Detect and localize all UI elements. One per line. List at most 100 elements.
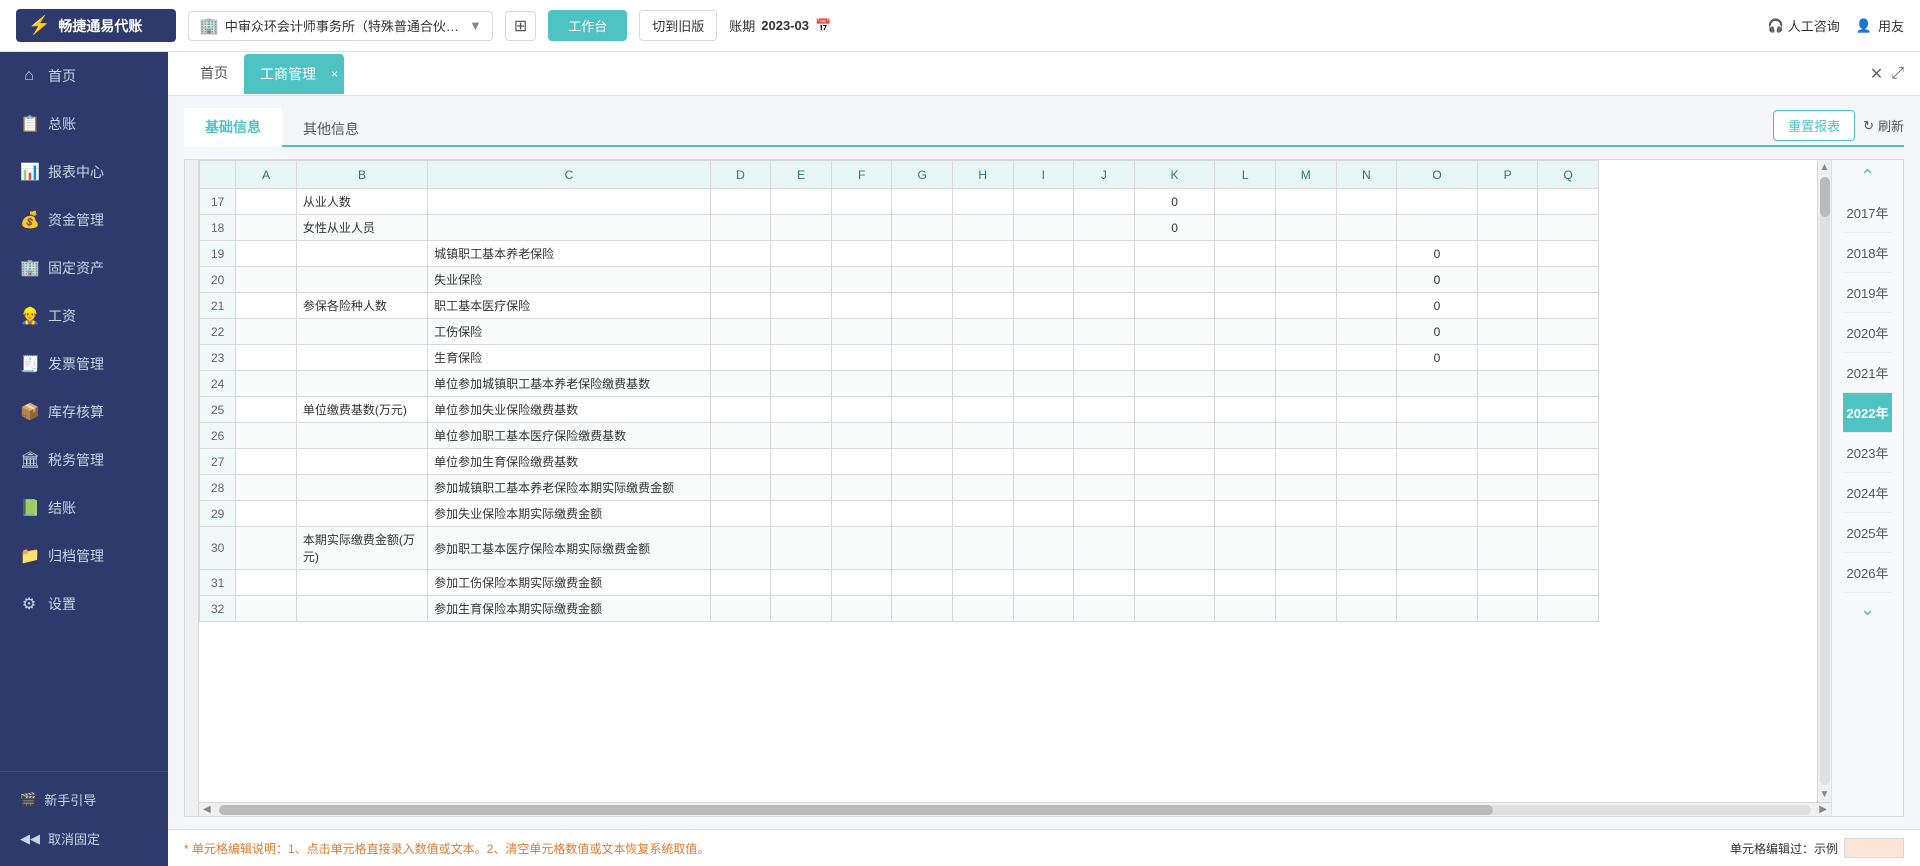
cell-17-L[interactable] bbox=[1215, 189, 1276, 215]
cell-25-J[interactable] bbox=[1074, 397, 1135, 423]
cell-30-B[interactable]: 本期实际缴费金额(万元) bbox=[296, 527, 427, 570]
cell-30-D[interactable] bbox=[710, 527, 771, 570]
cell-18-K[interactable]: 0 bbox=[1134, 215, 1215, 241]
cell-22-B[interactable] bbox=[296, 319, 427, 345]
cell-28-M[interactable] bbox=[1275, 475, 1336, 501]
tab-home[interactable]: 首页 bbox=[184, 53, 244, 95]
cell-19-O[interactable]: 0 bbox=[1397, 241, 1478, 267]
cell-17-N[interactable] bbox=[1336, 189, 1397, 215]
cell-26-L[interactable] bbox=[1215, 423, 1276, 449]
cell-17-I[interactable] bbox=[1013, 189, 1074, 215]
cell-24-D[interactable] bbox=[710, 371, 771, 397]
cell-24-O[interactable] bbox=[1397, 371, 1478, 397]
cell-26-K[interactable] bbox=[1134, 423, 1215, 449]
cell-31-J[interactable] bbox=[1074, 570, 1135, 596]
cell-18-A[interactable] bbox=[236, 215, 297, 241]
cell-31-P[interactable] bbox=[1477, 570, 1538, 596]
cell-31-I[interactable] bbox=[1013, 570, 1074, 596]
scroll-up-arrow[interactable]: ▲ bbox=[1818, 160, 1831, 175]
col-header-N[interactable]: N bbox=[1336, 161, 1397, 189]
cell-20-M[interactable] bbox=[1275, 267, 1336, 293]
cell-28-A[interactable] bbox=[236, 475, 297, 501]
cell-24-K[interactable] bbox=[1134, 371, 1215, 397]
cell-25-G[interactable] bbox=[892, 397, 953, 423]
cell-23-A[interactable] bbox=[236, 345, 297, 371]
cell-28-D[interactable] bbox=[710, 475, 771, 501]
vertical-scrollbar[interactable]: ▲ ▼ bbox=[1817, 160, 1831, 802]
cell-26-J[interactable] bbox=[1074, 423, 1135, 449]
cell-21-A[interactable] bbox=[236, 293, 297, 319]
cell-31-L[interactable] bbox=[1215, 570, 1276, 596]
cell-23-D[interactable] bbox=[710, 345, 771, 371]
cell-27-H[interactable] bbox=[952, 449, 1013, 475]
cell-32-D[interactable] bbox=[710, 596, 771, 622]
cell-26-H[interactable] bbox=[952, 423, 1013, 449]
cell-29-G[interactable] bbox=[892, 501, 953, 527]
cell-21-B[interactable]: 参保各险种人数 bbox=[296, 293, 427, 319]
cell-27-Q[interactable] bbox=[1538, 449, 1599, 475]
cell-26-A[interactable] bbox=[236, 423, 297, 449]
cell-24-M[interactable] bbox=[1275, 371, 1336, 397]
cell-22-K[interactable] bbox=[1134, 319, 1215, 345]
cell-24-C[interactable]: 单位参加城镇职工基本养老保险缴费基数 bbox=[428, 371, 711, 397]
cell-20-I[interactable] bbox=[1013, 267, 1074, 293]
cell-26-O[interactable] bbox=[1397, 423, 1478, 449]
cell-25-D[interactable] bbox=[710, 397, 771, 423]
cell-28-C[interactable]: 参加城镇职工基本养老保险本期实际缴费金额 bbox=[428, 475, 711, 501]
cell-32-J[interactable] bbox=[1074, 596, 1135, 622]
cell-28-J[interactable] bbox=[1074, 475, 1135, 501]
cell-23-E[interactable] bbox=[771, 345, 832, 371]
year-down-arrow[interactable]: ⌄ bbox=[1860, 599, 1875, 619]
cell-19-A[interactable] bbox=[236, 241, 297, 267]
cell-31-E[interactable] bbox=[771, 570, 832, 596]
cell-19-E[interactable] bbox=[771, 241, 832, 267]
sidebar-item-closing[interactable]: 📗 结账 bbox=[0, 484, 168, 532]
cell-24-J[interactable] bbox=[1074, 371, 1135, 397]
cell-25-Q[interactable] bbox=[1538, 397, 1599, 423]
cell-18-G[interactable] bbox=[892, 215, 953, 241]
cell-28-F[interactable] bbox=[831, 475, 892, 501]
cell-18-D[interactable] bbox=[710, 215, 771, 241]
sidebar-item-home[interactable]: ⌂ 首页 bbox=[0, 52, 168, 100]
year-item-2020[interactable]: 2020年 bbox=[1843, 313, 1893, 353]
col-header-F[interactable]: F bbox=[831, 161, 892, 189]
sidebar-item-salary[interactable]: 👷 工资 bbox=[0, 292, 168, 340]
cell-20-H[interactable] bbox=[952, 267, 1013, 293]
cell-26-D[interactable] bbox=[710, 423, 771, 449]
cell-23-I[interactable] bbox=[1013, 345, 1074, 371]
cell-18-N[interactable] bbox=[1336, 215, 1397, 241]
cell-28-B[interactable] bbox=[296, 475, 427, 501]
cell-27-B[interactable] bbox=[296, 449, 427, 475]
cell-17-D[interactable] bbox=[710, 189, 771, 215]
cell-32-F[interactable] bbox=[831, 596, 892, 622]
scroll-down-arrow[interactable]: ▼ bbox=[1818, 787, 1831, 802]
cell-19-D[interactable] bbox=[710, 241, 771, 267]
cell-30-K[interactable] bbox=[1134, 527, 1215, 570]
cell-20-O[interactable]: 0 bbox=[1397, 267, 1478, 293]
cell-29-L[interactable] bbox=[1215, 501, 1276, 527]
cell-30-L[interactable] bbox=[1215, 527, 1276, 570]
cell-29-D[interactable] bbox=[710, 501, 771, 527]
col-header-L[interactable]: L bbox=[1215, 161, 1276, 189]
cell-29-O[interactable] bbox=[1397, 501, 1478, 527]
cell-26-C[interactable]: 单位参加职工基本医疗保险缴费基数 bbox=[428, 423, 711, 449]
sub-tab-other[interactable]: 其他信息 bbox=[282, 110, 380, 147]
cell-30-E[interactable] bbox=[771, 527, 832, 570]
cell-21-G[interactable] bbox=[892, 293, 953, 319]
cell-31-A[interactable] bbox=[236, 570, 297, 596]
cell-32-L[interactable] bbox=[1215, 596, 1276, 622]
cell-24-Q[interactable] bbox=[1538, 371, 1599, 397]
col-header-C[interactable]: C bbox=[428, 161, 711, 189]
scroll-left-arrow[interactable]: ◀ bbox=[199, 804, 215, 815]
cell-26-Q[interactable] bbox=[1538, 423, 1599, 449]
cell-27-A[interactable] bbox=[236, 449, 297, 475]
cell-30-O[interactable] bbox=[1397, 527, 1478, 570]
cell-25-O[interactable] bbox=[1397, 397, 1478, 423]
cell-30-G[interactable] bbox=[892, 527, 953, 570]
cell-17-H[interactable] bbox=[952, 189, 1013, 215]
col-header-G[interactable]: G bbox=[892, 161, 953, 189]
h-scrollbar-thumb[interactable] bbox=[219, 805, 1493, 815]
consult-button[interactable]: 🎧 人工咨询 bbox=[1768, 16, 1840, 35]
cell-19-L[interactable] bbox=[1215, 241, 1276, 267]
cell-19-H[interactable] bbox=[952, 241, 1013, 267]
